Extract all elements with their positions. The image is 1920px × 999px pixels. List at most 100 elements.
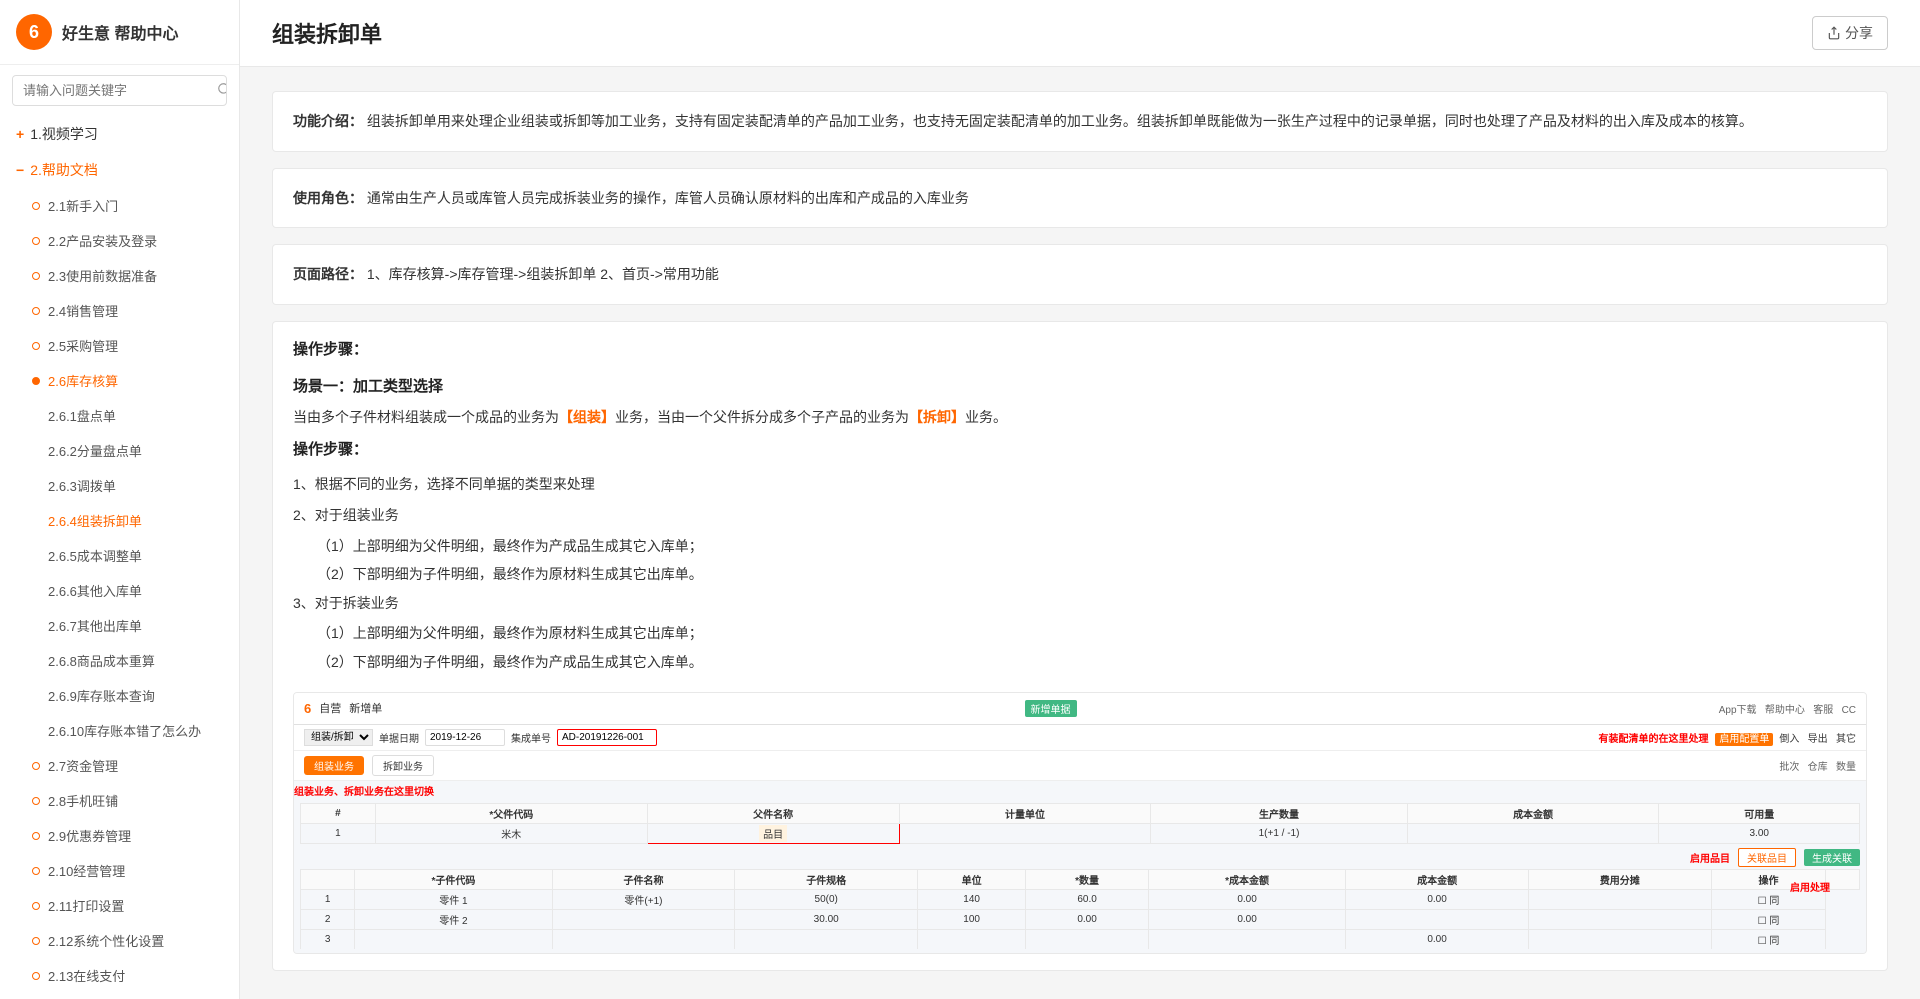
dot-icon [32, 972, 40, 980]
sidebar-item-label: 2.7资金管理 [48, 756, 118, 775]
inner-id-label: 集成单号 [511, 730, 551, 745]
sidebar-item-print[interactable]: 2.11打印设置 [0, 888, 239, 923]
inner-id-input[interactable] [557, 729, 657, 746]
sidebar-item-coupon[interactable]: 2.9优惠券管理 [0, 818, 239, 853]
inner-new-btn: 新增单据 [1025, 700, 1077, 717]
step2: 2、对于组装业务 [293, 502, 1867, 529]
tr-spec1: 50(0) [735, 889, 918, 909]
assembly-highlight: 【组装】 [559, 409, 615, 425]
tr-sel3: 3 [301, 929, 355, 949]
sidebar-item-label: 2.6.9库存账本查询 [48, 686, 155, 705]
sidebar-item-label: 2.6.2分量盘点单 [48, 441, 142, 460]
tr-qty2: 0.00 [1026, 909, 1149, 929]
tr-cost1a: 0.00 [1148, 889, 1345, 909]
inner-disassembly-tab[interactable]: 拆卸业务 [372, 755, 434, 776]
ops-steps-block: 操作步骤： 场景一：加工类型选择 当由多个子件材料组装成一个成品的业务为【组装】… [272, 321, 1888, 971]
inner-toggle-btn[interactable]: 关联品目 [1738, 848, 1796, 867]
path-block: 页面路径： 1、库存核算->库存管理->组装拆卸单 2、首页->常用功能 [272, 244, 1888, 305]
ops-steps-title: 操作步骤： [293, 338, 1867, 359]
search-button[interactable] [209, 76, 227, 105]
search-box[interactable] [12, 75, 227, 106]
inner-topbar: 6 自营 新增单 新增单据 App下载 帮助中心 客服 CC [294, 693, 1866, 725]
function-intro-label: 功能介绍： [293, 113, 363, 129]
th-child-unit: 单位 [918, 869, 1026, 889]
tr-cost2b [1346, 909, 1529, 929]
sidebar-item-inventory[interactable]: 2.6库存核算 [0, 363, 239, 398]
step3-sub1: （1）上部明细为父件明细，最终作为原材料生成其它出库单； [293, 620, 1867, 647]
sidebar-item-error[interactable]: 2.6.10库存账本错了怎么办 [0, 713, 239, 748]
th-avail: 可用量 [1659, 803, 1860, 823]
td-name1: 品目 [647, 823, 899, 843]
th-code: *父件代码 [375, 803, 647, 823]
sidebar-item-cost[interactable]: 2.6.5成本调整单 [0, 538, 239, 573]
main-header: 组装拆卸单 分享 [240, 0, 1920, 67]
sidebar-item-install[interactable]: 2.2产品安装及登录 [0, 223, 239, 258]
sidebar-item-assembly[interactable]: 2.6.4组装拆卸单 [0, 503, 239, 538]
inner-lower-table: *子件代码 子件名称 子件规格 单位 *数量 *成本金额 成本金额 费用分摊 操 [300, 869, 1860, 949]
ann4-text: 启用处理 [1790, 879, 1830, 894]
share-button[interactable]: 分享 [1812, 16, 1888, 50]
sidebar-item-goodscost[interactable]: 2.6.8商品成本重算 [0, 643, 239, 678]
tr-spec3 [735, 929, 918, 949]
sidebar-item-adjust[interactable]: 2.6.3调拨单 [0, 468, 239, 503]
inner-assembly-tab[interactable]: 组装业务 [304, 756, 364, 775]
sidebar-item-label: 2.4销售管理 [48, 301, 118, 320]
main-content: 功能介绍： 组装拆卸单用来处理企业组装或拆卸等加工业务，支持有固定装配清单的产品… [240, 67, 1920, 999]
sidebar-item-label: 2.帮助文档 [30, 160, 98, 180]
ann5-text: 无固定清单可在组装中批量录入 [294, 949, 1866, 953]
step2-sub2: （2）下部明细为子件明细，最终作为原材料生成其它出库单。 [293, 561, 1867, 588]
sidebar-item-ops[interactable]: 2.10经营管理 [0, 853, 239, 888]
tr-avail3 [1528, 929, 1711, 949]
tr-code2: 零件 2 [355, 909, 552, 929]
scenario1-desc-mid: 业务，当由一个父件拆分成多个子产品的业务为 [615, 409, 909, 425]
function-intro-content: 组装拆卸单用来处理企业组装或拆卸等加工业务，支持有固定装配清单的产品加工业务，也… [367, 113, 1753, 129]
inner-confirm-btn[interactable]: 生成关联 [1804, 849, 1860, 866]
tr-sel1: 1 [301, 889, 355, 909]
sidebar-item-finance[interactable]: 2.7资金管理 [0, 748, 239, 783]
role-content: 通常由生产人员或库管人员完成拆装业务的操作，库管人员确认原材料的出库和产成品的入… [367, 190, 969, 206]
logo-icon: 6 [16, 14, 52, 50]
dot-icon [32, 832, 40, 840]
sidebar-item-data[interactable]: 2.3使用前数据准备 [0, 258, 239, 293]
search-input[interactable] [13, 77, 209, 104]
share-label: 分享 [1845, 23, 1873, 43]
sidebar-item-ledger[interactable]: 2.6.9库存账本查询 [0, 678, 239, 713]
sidebar-item-label: 2.6.7其他出库单 [48, 616, 142, 635]
sidebar-item-sales[interactable]: 2.4销售管理 [0, 293, 239, 328]
sidebar-item-partial[interactable]: 2.6.2分量盘点单 [0, 433, 239, 468]
sidebar-item-label: 2.6.3调拨单 [48, 476, 116, 495]
th-name: 父件名称 [647, 803, 899, 823]
tr-unit3 [918, 929, 1026, 949]
tr-cost3a [1148, 929, 1345, 949]
sidebar-item-stocktake[interactable]: 2.6.1盘点单 [0, 398, 239, 433]
sidebar-item-videos[interactable]: + 1.视频学习 [0, 116, 239, 152]
path-text: 页面路径： 1、库存核算->库存管理->组装拆卸单 2、首页->常用功能 [293, 261, 1867, 288]
sidebar-item-label: 2.1新手入门 [48, 196, 118, 215]
sidebar-item-otherout[interactable]: 2.6.7其他出库单 [0, 608, 239, 643]
inner-form-bar: 组装/拆卸 单据日期 集成单号 有装配清单的在这里处理 启用配置单 倒入 [294, 725, 1866, 751]
role-text: 使用角色： 通常由生产人员或库管人员完成拆装业务的操作，库管人员确认原材料的出库… [293, 185, 1867, 212]
inner-ann1-container: 有装配清单的在这里处理 启用配置单 [1599, 730, 1774, 745]
inner-enable-btn[interactable]: 启用配置单 [1715, 733, 1773, 746]
sidebar-item-purchase[interactable]: 2.5采购管理 [0, 328, 239, 363]
dot-icon [32, 342, 40, 350]
sidebar-item-new[interactable]: 2.1新手入门 [0, 188, 239, 223]
sidebar-item-system[interactable]: 2.12系统个性化设置 [0, 923, 239, 958]
sidebar-item-mobile[interactable]: 2.8手机旺铺 [0, 783, 239, 818]
inner-date-input[interactable] [425, 729, 505, 746]
scenario1-desc-end: 业务。 [965, 409, 1007, 425]
th-num: # [301, 803, 376, 823]
sidebar-item-faq[interactable]: 2.14常见问题 [0, 993, 239, 999]
sidebar-item-otherin[interactable]: 2.6.6其他入库单 [0, 573, 239, 608]
inner-business-tabs: 组装业务 拆卸业务 批次 仓库 数量 组装业务、拆卸业务在这里切换 [294, 751, 1866, 781]
th-qty: 生产数量 [1151, 803, 1407, 823]
sidebar-item-label: 2.6.4组装拆卸单 [48, 511, 142, 530]
app-name: 好生意 帮助中心 [62, 20, 178, 44]
sidebar-item-docs[interactable]: − 2.帮助文档 [0, 152, 239, 188]
tr-spec2: 30.00 [735, 909, 918, 929]
function-intro-text: 功能介绍： 组装拆卸单用来处理企业组装或拆卸等加工业务，支持有固定装配清单的产品… [293, 108, 1867, 135]
sidebar-item-payment[interactable]: 2.13在线支付 [0, 958, 239, 993]
inner-type-select[interactable]: 组装/拆卸 [304, 729, 373, 746]
ops-steps2-title: 操作步骤： [293, 438, 1867, 459]
dot-icon [32, 797, 40, 805]
